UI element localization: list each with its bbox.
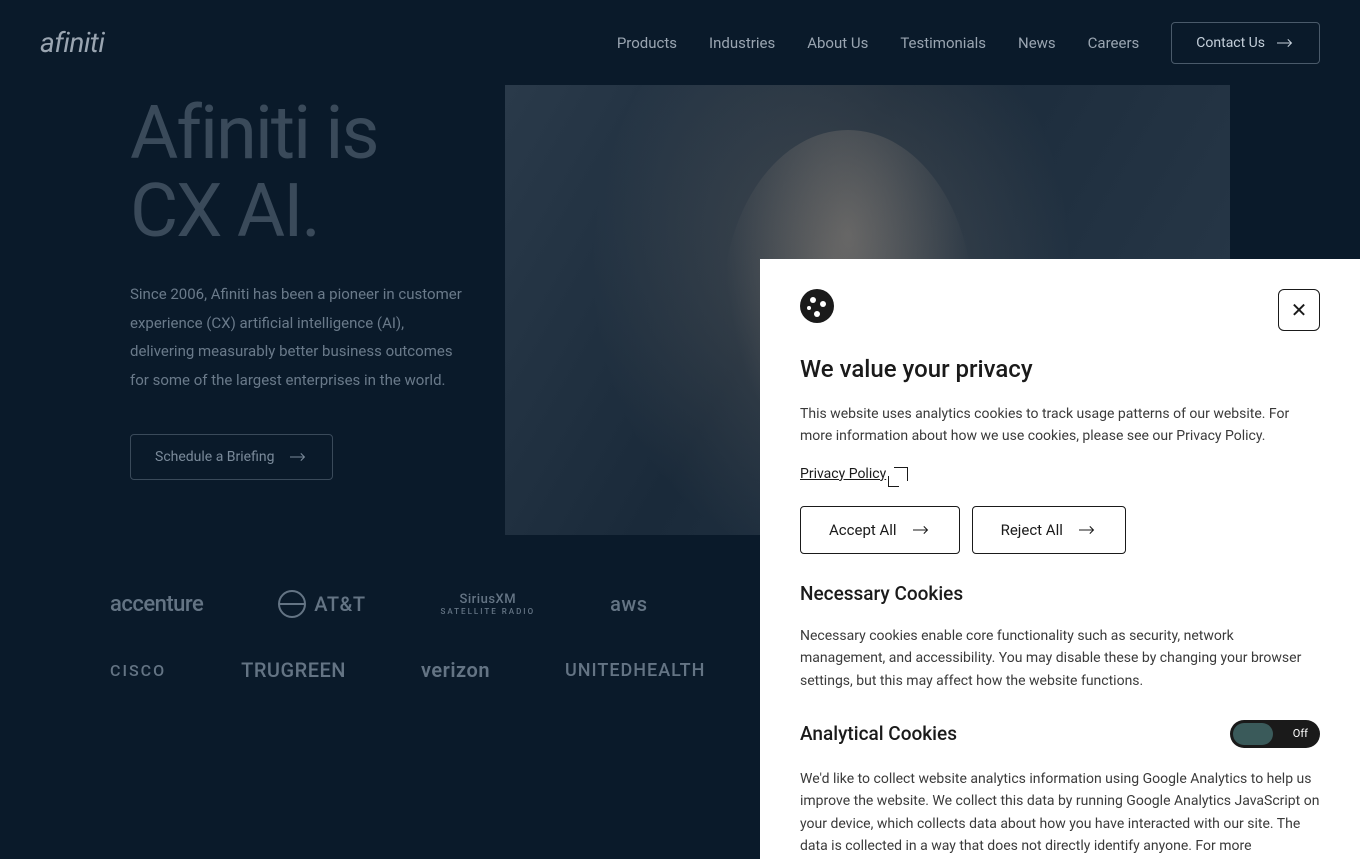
hero-title-line1: Afiniti is: [130, 90, 378, 177]
analytical-row: Analytical Cookies Off: [800, 720, 1320, 748]
main-nav: Products Industries About Us Testimonial…: [617, 22, 1320, 64]
toggle-knob: [1233, 723, 1273, 745]
privacy-link-text: Privacy Policy: [800, 466, 886, 482]
nav-about[interactable]: About Us: [807, 34, 868, 52]
close-button[interactable]: ✕: [1278, 289, 1320, 331]
cookie-title: We value your privacy: [800, 355, 1320, 383]
logo-att: AT&T: [278, 590, 365, 618]
nav-products[interactable]: Products: [617, 34, 677, 52]
logo-cisco: CISCO: [110, 661, 166, 680]
hero-title-line2: CX AI.: [130, 168, 319, 255]
logo-verizon: verizon: [421, 658, 490, 682]
toggle-label: Off: [1293, 727, 1308, 740]
accept-label: Accept All: [829, 521, 897, 539]
logo-siriusxm: SiriusXM SATELLITE RADIO: [441, 592, 536, 616]
logo-aws: aws: [610, 592, 647, 616]
nav-testimonials[interactable]: Testimonials: [900, 34, 986, 52]
arrow-icon: [1079, 525, 1097, 535]
close-icon: ✕: [1291, 298, 1308, 322]
logo-trugreen: TRUGREEN: [241, 658, 346, 682]
siriusxm-sub: SATELLITE RADIO: [441, 607, 536, 616]
siriusxm-text: SiriusXM: [460, 592, 517, 607]
hero-title: Afiniti is CX AI.: [130, 95, 510, 250]
analytical-cookies-text: We'd like to collect website analytics i…: [800, 768, 1320, 859]
att-text: AT&T: [314, 592, 365, 616]
cookie-consent-modal: ✕ We value your privacy This website use…: [760, 259, 1360, 859]
contact-label: Contact Us: [1196, 35, 1265, 51]
arrow-icon: [290, 452, 308, 462]
nav-news[interactable]: News: [1018, 34, 1056, 52]
external-link-icon: [894, 467, 908, 481]
necessary-cookies-text: Necessary cookies enable core functional…: [800, 625, 1320, 692]
globe-icon: [278, 590, 306, 618]
nav-careers[interactable]: Careers: [1088, 34, 1140, 52]
arrow-icon: [1277, 38, 1295, 48]
schedule-label: Schedule a Briefing: [155, 449, 274, 465]
privacy-policy-link[interactable]: Privacy Policy: [800, 466, 908, 482]
nav-industries[interactable]: Industries: [709, 34, 775, 52]
logo-accenture: accenture: [110, 592, 203, 617]
cookie-icon: [800, 289, 834, 323]
accept-all-button[interactable]: Accept All: [800, 506, 960, 554]
necessary-cookies-title: Necessary Cookies: [800, 582, 1320, 605]
hero-description: Since 2006, Afiniti has been a pioneer i…: [130, 280, 470, 394]
cookie-header: ✕: [800, 289, 1320, 331]
brand-logo[interactable]: afiniti: [40, 26, 104, 59]
reject-all-button[interactable]: Reject All: [972, 506, 1126, 554]
cookie-intro-text: This website uses analytics cookies to t…: [800, 403, 1320, 448]
site-header: afiniti Products Industries About Us Tes…: [0, 0, 1360, 85]
arrow-icon: [913, 525, 931, 535]
hero-text: Afiniti is CX AI. Since 2006, Afiniti ha…: [130, 85, 510, 480]
cookie-buttons: Accept All Reject All: [800, 506, 1320, 554]
contact-button[interactable]: Contact Us: [1171, 22, 1320, 64]
logo-unitedhealth: UNITEDHEALTH: [565, 660, 705, 681]
reject-label: Reject All: [1001, 521, 1063, 539]
analytical-cookies-title: Analytical Cookies: [800, 722, 957, 745]
schedule-briefing-button[interactable]: Schedule a Briefing: [130, 434, 333, 480]
analytical-toggle[interactable]: Off: [1230, 720, 1320, 748]
